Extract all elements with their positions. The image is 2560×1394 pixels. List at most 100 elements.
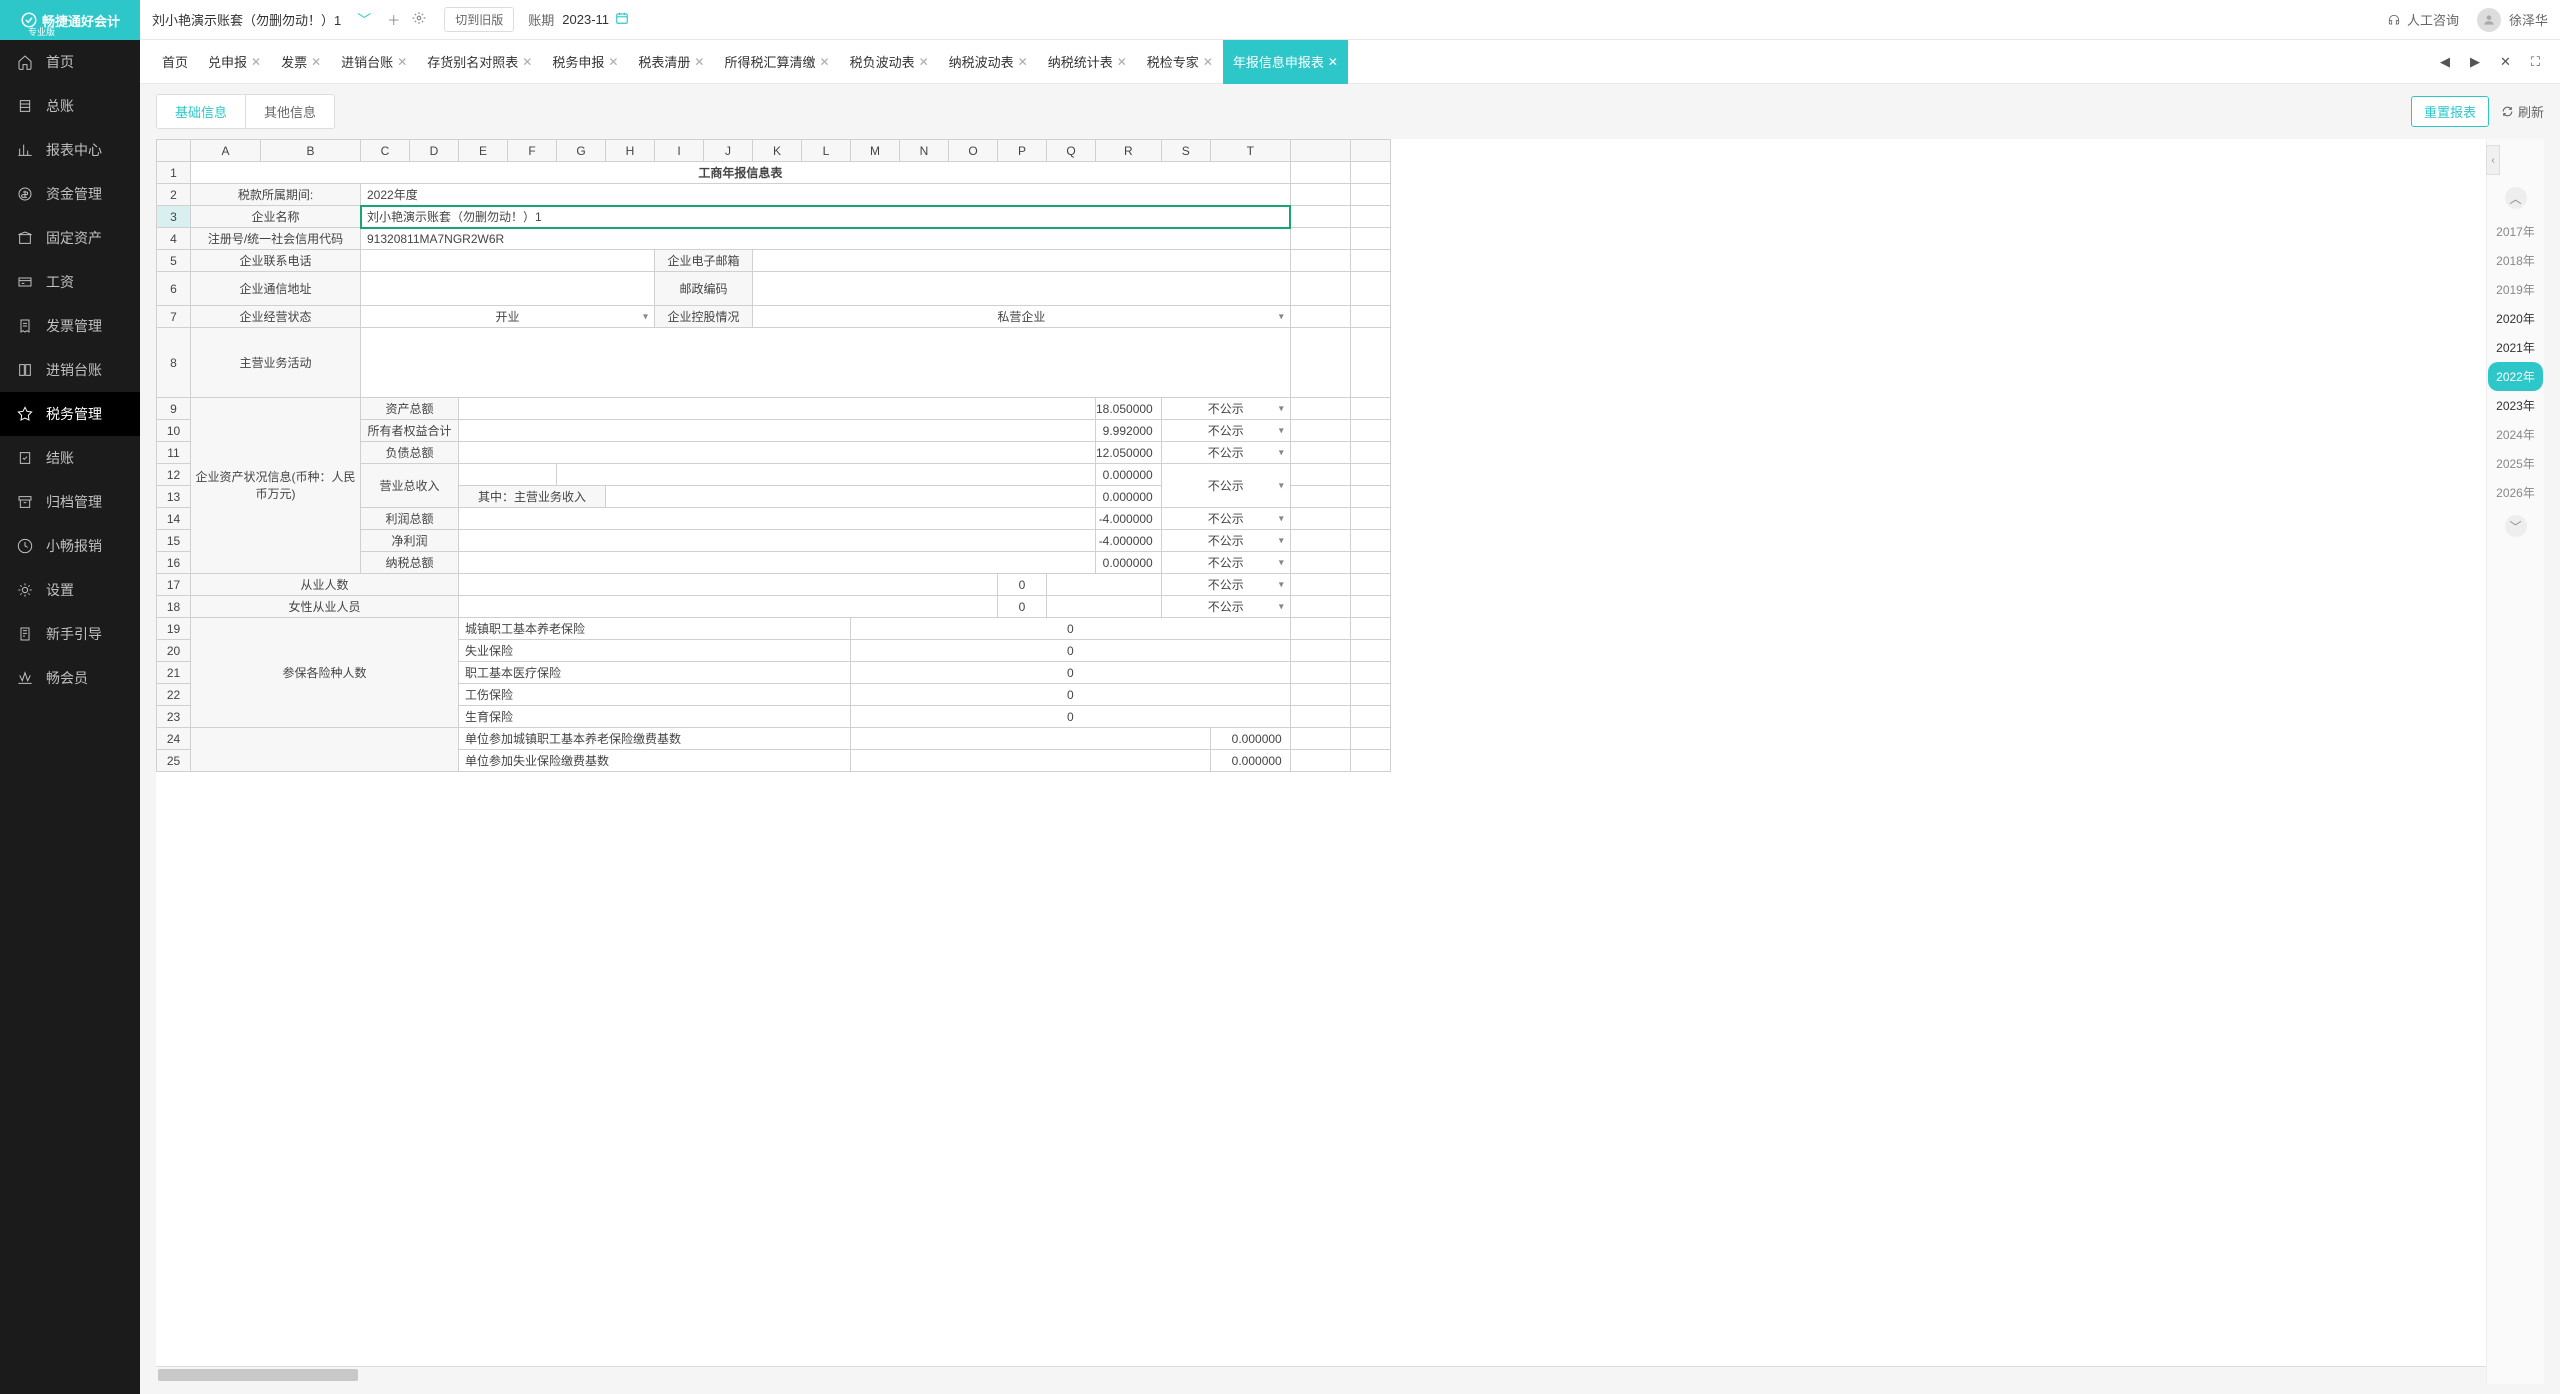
sidebar-item-ledger[interactable]: 总账 [0, 84, 140, 128]
year-up[interactable]: ︿ [2505, 187, 2527, 209]
row-header[interactable]: 8 [157, 328, 191, 398]
tab-6[interactable]: 税表清册✕ [628, 40, 714, 84]
tab-0[interactable]: 首页 [152, 40, 198, 84]
sidebar-item-expense[interactable]: 小畅报销 [0, 524, 140, 568]
col-header[interactable]: F [508, 140, 557, 162]
collapse-rail[interactable]: ‹ [2486, 145, 2500, 175]
tabs-close-all[interactable]: ✕ [2492, 48, 2519, 76]
col-header[interactable]: D [410, 140, 459, 162]
row-header[interactable]: 3 [157, 206, 191, 228]
sidebar-item-tax[interactable]: 税务管理 [0, 392, 140, 436]
year-option[interactable]: 2023年 [2488, 391, 2543, 420]
tab-1[interactable]: 兑申报✕ [198, 40, 271, 84]
row-header[interactable]: 2 [157, 184, 191, 206]
close-icon[interactable]: ✕ [397, 55, 407, 69]
close-icon[interactable]: ✕ [608, 55, 618, 69]
close-icon[interactable]: ✕ [311, 55, 321, 69]
close-icon[interactable]: ✕ [251, 55, 261, 69]
col-header[interactable]: H [606, 140, 655, 162]
tab-11[interactable]: 税检专家✕ [1137, 40, 1223, 84]
tab-8[interactable]: 税负波动表✕ [840, 40, 939, 84]
sidebar-item-chart[interactable]: 报表中心 [0, 128, 140, 172]
sidebar-item-vip[interactable]: 畅会员 [0, 656, 140, 700]
row-header[interactable]: 24 [157, 728, 191, 750]
user-menu[interactable]: 徐泽华 [2477, 8, 2548, 32]
close-icon[interactable]: ✕ [1117, 55, 1127, 69]
subtab-0[interactable]: 基础信息 [157, 95, 246, 128]
col-header[interactable]: R [1096, 140, 1162, 162]
row-header[interactable]: 6 [157, 272, 191, 306]
sidebar-item-close[interactable]: 结账 [0, 436, 140, 480]
close-icon[interactable]: ✕ [1328, 55, 1338, 69]
tab-9[interactable]: 纳税波动表✕ [939, 40, 1038, 84]
col-header[interactable]: M [851, 140, 900, 162]
fullscreen-icon[interactable]: ⛶ [2523, 48, 2548, 76]
row-header[interactable]: 16 [157, 552, 191, 574]
tab-12[interactable]: 年报信息申报表✕ [1223, 40, 1348, 84]
row-header[interactable]: 10 [157, 420, 191, 442]
spreadsheet[interactable]: ABCDEFGHIJKLMNOPQRST 1工商年报信息表2税款所属期间:202… [156, 139, 2486, 1384]
row-header[interactable]: 1 [157, 162, 191, 184]
col-header[interactable]: K [753, 140, 802, 162]
close-icon[interactable]: ✕ [919, 55, 929, 69]
tabs-next[interactable]: ▶ [2462, 48, 2488, 76]
old-version-button[interactable]: 切到旧版 [444, 7, 514, 32]
col-header[interactable]: G [557, 140, 606, 162]
row-header[interactable]: 7 [157, 306, 191, 328]
col-header[interactable]: I [655, 140, 704, 162]
sidebar-item-money[interactable]: 资金管理 [0, 172, 140, 216]
row-header[interactable]: 13 [157, 486, 191, 508]
subtab-1[interactable]: 其他信息 [246, 95, 334, 128]
tab-10[interactable]: 纳税统计表✕ [1038, 40, 1137, 84]
sidebar-item-guide[interactable]: 新手引导 [0, 612, 140, 656]
chevron-down-icon[interactable]: ﹀ [347, 10, 381, 30]
close-icon[interactable]: ✕ [1203, 55, 1213, 69]
year-down[interactable]: ﹀ [2505, 515, 2527, 537]
row-header[interactable]: 20 [157, 640, 191, 662]
row-header[interactable]: 19 [157, 618, 191, 640]
tab-2[interactable]: 发票✕ [271, 40, 331, 84]
sidebar-item-gear[interactable]: 设置 [0, 568, 140, 612]
row-header[interactable]: 4 [157, 228, 191, 250]
row-header[interactable]: 18 [157, 596, 191, 618]
support-link[interactable]: 人工咨询 [2387, 10, 2459, 29]
tabs-prev[interactable]: ◀ [2432, 48, 2458, 76]
close-icon[interactable]: ✕ [1018, 55, 1028, 69]
col-header[interactable]: Q [1047, 140, 1096, 162]
company-value[interactable]: 刘小艳演示账套（勿删勿动！）1 [361, 206, 1291, 228]
holding-select[interactable]: 私营企业 [753, 306, 1291, 328]
year-option[interactable]: 2022年 [2488, 362, 2543, 391]
close-icon[interactable]: ✕ [522, 55, 532, 69]
sidebar-item-archive[interactable]: 归档管理 [0, 480, 140, 524]
add-icon[interactable]: ＋ [381, 10, 406, 29]
account-selector[interactable]: 刘小艳演示账套（勿删勿动！）1 ﹀ [152, 10, 381, 30]
sidebar-item-salary[interactable]: 工资 [0, 260, 140, 304]
col-header[interactable]: T [1210, 140, 1290, 162]
sidebar-item-invoice[interactable]: 发票管理 [0, 304, 140, 348]
horizontal-scrollbar[interactable] [156, 1366, 2486, 1384]
col-header[interactable]: B [261, 140, 361, 162]
close-icon[interactable]: ✕ [694, 55, 704, 69]
col-header[interactable]: C [361, 140, 410, 162]
row-header[interactable]: 22 [157, 684, 191, 706]
refresh-button[interactable]: 刷新 [2501, 102, 2544, 121]
close-icon[interactable]: ✕ [820, 55, 830, 69]
tab-7[interactable]: 所得税汇算清缴✕ [714, 40, 839, 84]
col-header[interactable]: P [998, 140, 1047, 162]
year-option[interactable]: 2021年 [2488, 333, 2543, 362]
row-header[interactable]: 14 [157, 508, 191, 530]
reset-button[interactable]: 重置报表 [2411, 96, 2489, 127]
row-header[interactable]: 17 [157, 574, 191, 596]
sidebar-item-home[interactable]: 首页 [0, 40, 140, 84]
row-header[interactable]: 12 [157, 464, 191, 486]
year-option[interactable]: 2020年 [2488, 304, 2543, 333]
col-header[interactable]: L [802, 140, 851, 162]
col-header[interactable]: O [949, 140, 998, 162]
status-select[interactable]: 开业 [361, 306, 655, 328]
col-header[interactable]: N [900, 140, 949, 162]
sidebar-item-asset[interactable]: 固定资产 [0, 216, 140, 260]
col-header[interactable]: E [459, 140, 508, 162]
row-header[interactable]: 11 [157, 442, 191, 464]
tab-5[interactable]: 税务申报✕ [542, 40, 628, 84]
tab-4[interactable]: 存货别名对照表✕ [417, 40, 542, 84]
